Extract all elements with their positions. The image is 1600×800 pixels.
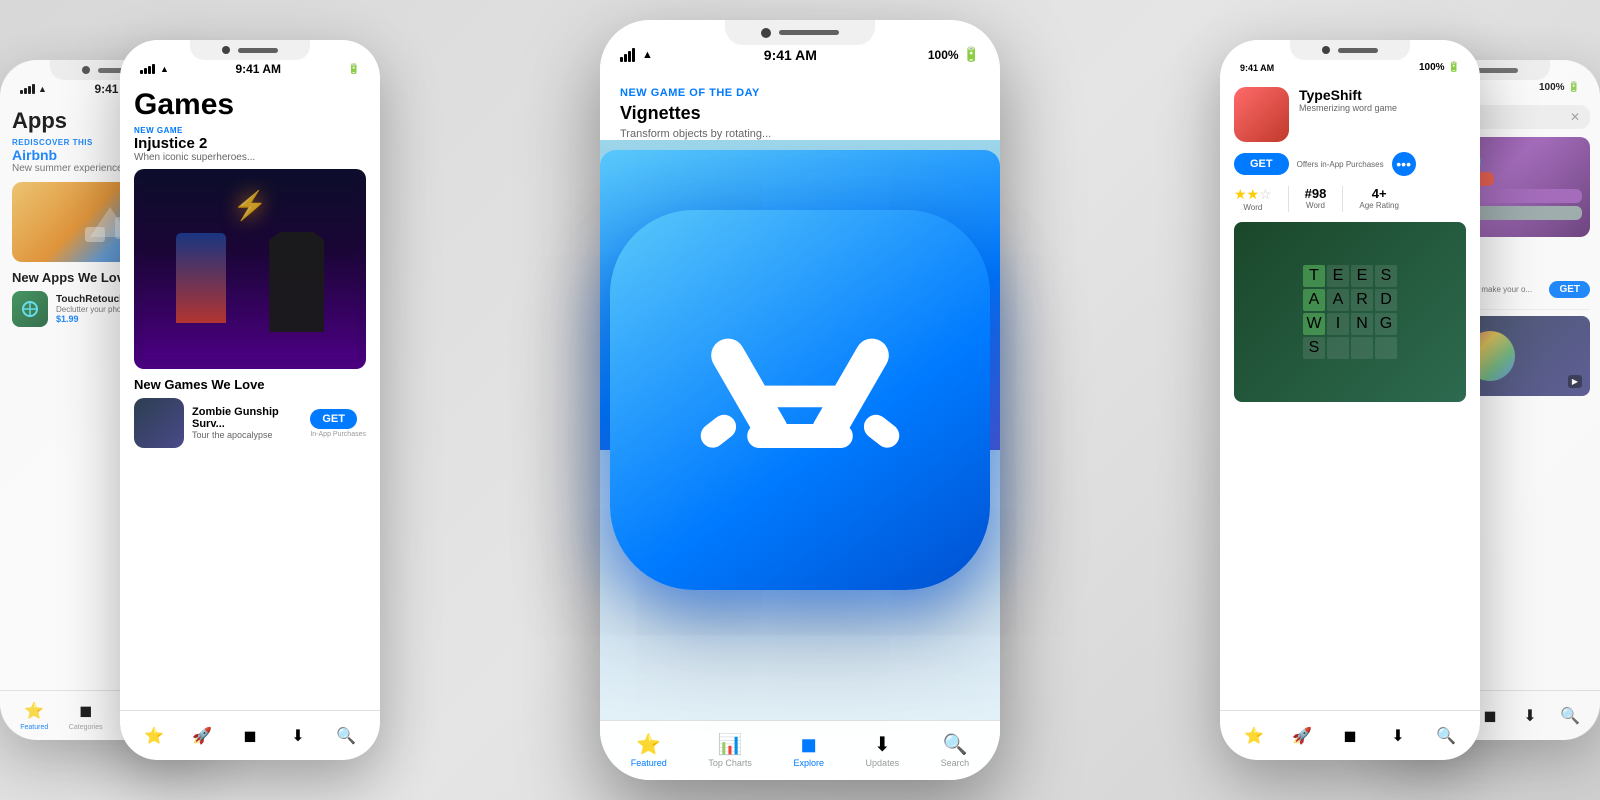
- battery-far-right: 100%: [1539, 82, 1565, 93]
- app-store-icon: [610, 210, 990, 590]
- injustice-name: Injustice 2: [134, 135, 366, 152]
- nav-featured-left[interactable]: ⭐: [143, 725, 165, 747]
- nav-search-left[interactable]: 🔍: [335, 725, 357, 747]
- zombie-desc: Tour the apocalypse: [192, 430, 302, 440]
- injustice-desc: When iconic superheroes...: [134, 152, 366, 163]
- new-game-label: NEW GAME: [134, 126, 366, 135]
- more-button[interactable]: •••: [1392, 152, 1416, 176]
- speaker-left: [238, 48, 278, 53]
- typeshift-name: TypeShift: [1299, 87, 1466, 103]
- status-time-left: 9:41 AM: [235, 62, 281, 76]
- new-games-title: New Games We Love: [134, 377, 366, 392]
- nav-top-center[interactable]: 📊 Top Charts: [708, 734, 752, 768]
- typeshift-tagline: Mesmerizing word game: [1299, 103, 1466, 113]
- nav-categories[interactable]: ◼ Categories: [69, 700, 103, 731]
- nav-updates-center[interactable]: ⬇ Updates: [866, 734, 900, 768]
- nav-rocket-right[interactable]: 🚀: [1291, 725, 1313, 747]
- nav-layers-far-right[interactable]: ◼: [1479, 705, 1501, 727]
- battery-right: 100%: [1419, 62, 1445, 73]
- games-title: Games: [134, 88, 366, 122]
- nav-search-right[interactable]: 🔍: [1435, 725, 1457, 747]
- nav-featured-center[interactable]: ⭐ Featured: [631, 734, 667, 768]
- main-scene: ▲ 9:41 AM 🔋 Apps REDISCOVER THIS Airbnb …: [0, 0, 1600, 800]
- zombie-iap: In-App Purchases: [310, 431, 366, 438]
- nav-featured-right[interactable]: ⭐: [1243, 725, 1265, 747]
- status-time-center: 9:41 AM: [764, 47, 817, 63]
- camera-dot: [82, 66, 90, 74]
- speaker-right: [1338, 48, 1378, 53]
- nav-down-right[interactable]: ⬇: [1387, 725, 1409, 747]
- search-clear[interactable]: ✕: [1570, 110, 1580, 124]
- camera-dot-center: [761, 28, 771, 38]
- speaker-far-right: [1478, 68, 1518, 73]
- typeshift-get-button[interactable]: GET: [1234, 153, 1289, 175]
- speaker-center: [779, 30, 839, 35]
- camera-dot-right: [1322, 46, 1330, 54]
- rating-word: Word: [1234, 203, 1272, 212]
- phone-left: ▲ 9:41 AM 🔋 Games NEW GAME Injustice 2 W…: [120, 40, 380, 760]
- nav-search-center[interactable]: 🔍 Search: [941, 734, 970, 768]
- hopscotch-get-button[interactable]: GET: [1549, 281, 1590, 298]
- nav-download-left[interactable]: ⬇: [287, 725, 309, 747]
- nav-down-far-right[interactable]: ⬇: [1519, 705, 1541, 727]
- age-value: 4+: [1359, 186, 1399, 201]
- zombie-name: Zombie Gunship Surv...: [192, 406, 302, 430]
- nav-layers-left[interactable]: ◼: [239, 725, 261, 747]
- nav-explore-center[interactable]: ◼ Explore: [793, 734, 824, 768]
- rank-label: Word: [1305, 201, 1327, 210]
- nav-rocket-left[interactable]: 🚀: [191, 725, 213, 747]
- status-time-right: 9:41 AM: [1240, 63, 1274, 73]
- battery-label-center: 100%: [928, 48, 959, 62]
- typeshift-iap: Offers in-App Purchases: [1297, 160, 1384, 169]
- nav-layers-right[interactable]: ◼: [1339, 725, 1361, 747]
- phone-right: 9:41 AM 100% 🔋 TypeShift Mesmerizing wor…: [1220, 40, 1480, 760]
- nav-search-far-right2[interactable]: 🔍: [1559, 705, 1581, 727]
- camera-dot-left: [222, 46, 230, 54]
- get-zombie-button[interactable]: GET: [310, 409, 357, 429]
- nav-featured[interactable]: ⭐ Featured: [20, 700, 48, 731]
- rank-value: #98: [1305, 186, 1327, 201]
- age-label: Age Rating: [1359, 201, 1399, 210]
